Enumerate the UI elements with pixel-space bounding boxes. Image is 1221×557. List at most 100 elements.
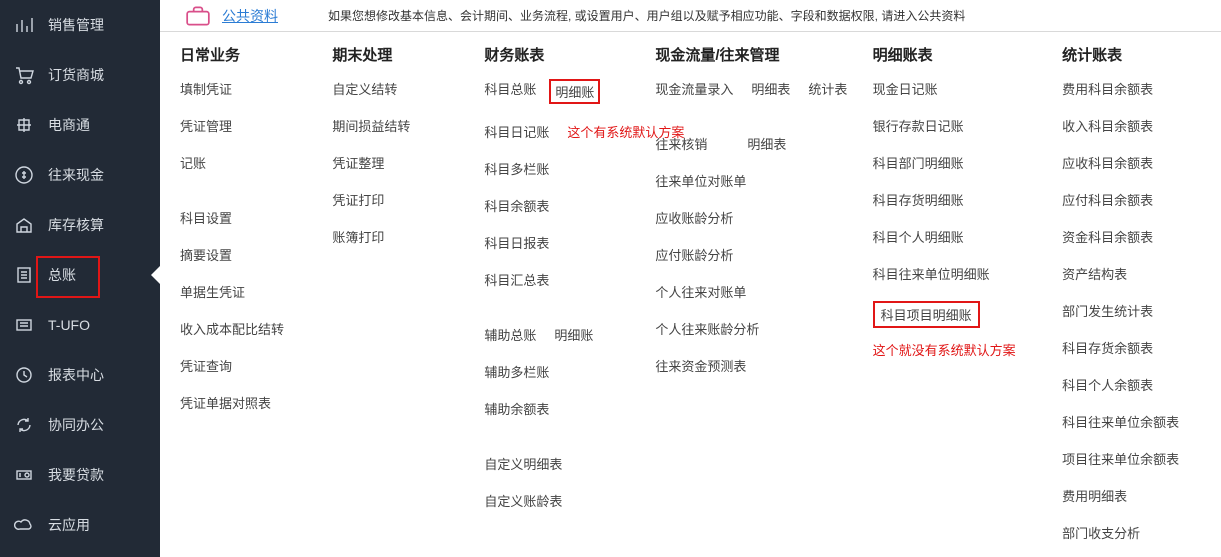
menu-item[interactable]: 科目汇总表 [484,270,623,289]
menu-item[interactable]: 科目日记账 [484,122,549,141]
annotation-text: 这个就没有系统默认方案 [873,340,1030,359]
menu-item[interactable]: 科目存货余额表 [1062,338,1201,357]
menu-row: 科目日记账 这个有系统默认方案 [484,122,623,141]
menu-item[interactable]: 科目个人明细账 [873,227,1030,246]
menu-item[interactable]: 填制凭证 [180,79,300,98]
sidebar-item-ecommerce[interactable]: 电商通 [0,100,160,150]
menu-item[interactable]: 科目余额表 [484,196,623,215]
col-title: 期末处理 [332,44,452,65]
menu-item[interactable]: 辅助多栏账 [484,362,623,381]
menu-item[interactable]: 科目往来单位明细账 [873,264,1030,283]
menu-item-detail-ledger[interactable]: 明细账 [549,79,600,104]
menu-item[interactable]: 银行存款日记账 [873,116,1030,135]
sidebar-item-label: 库存核算 [48,215,104,235]
menu-item[interactable]: 项目往来单位余额表 [1062,449,1201,468]
sidebar-item-sales[interactable]: 销售管理 [0,0,160,50]
menu-item[interactable]: 凭证查询 [180,356,300,375]
public-data-desc: 如果您想修改基本信息、会计期间、业务流程, 或设置用户、用户组以及赋予相应功能、… [328,7,965,24]
menu-item[interactable]: 费用明细表 [1062,486,1201,505]
briefcase-icon [184,4,212,28]
menu-col-stats: 统计账表 费用科目余额表 收入科目余额表 应收科目余额表 应付科目余额表 资金科… [1062,44,1201,545]
menu-item[interactable]: 自定义账龄表 [484,491,623,510]
sidebar-item-label: T-UFO [48,317,90,333]
menu-item[interactable]: 部门收支分析 [1062,523,1201,542]
highlighted-item: 科目项目明细账 [873,301,980,328]
sidebar-item-collab[interactable]: 协同办公 [0,400,160,450]
menu-item[interactable]: 现金日记账 [873,79,1030,98]
menu-item[interactable]: 凭证单据对照表 [180,393,300,412]
col-title: 统计账表 [1062,44,1201,65]
menu-item[interactable]: 摘要设置 [180,245,300,264]
menu-item[interactable]: 个人往来对账单 [655,282,840,301]
menu-item[interactable]: 费用科目余额表 [1062,79,1201,98]
menu-item[interactable]: 科目存货明细账 [873,190,1030,209]
menu-item[interactable]: 应收账龄分析 [655,208,840,227]
sidebar-item-label: 订货商城 [48,65,104,85]
menu-item[interactable]: 科目往来单位余额表 [1062,412,1201,431]
refresh-icon [14,415,34,435]
sidebar-item-report-center[interactable]: 报表中心 [0,350,160,400]
mega-menu-panel: 日常业务 填制凭证 凭证管理 记账 科目设置 摘要设置 单据生凭证 收入成本配比… [160,32,1221,557]
tufo-icon [14,315,34,335]
menu-item[interactable]: 收入科目余额表 [1062,116,1201,135]
menu-col-periodend: 期末处理 自定义结转 期间损益结转 凭证整理 凭证打印 账簿打印 [332,44,452,545]
menu-item[interactable]: 期间损益结转 [332,116,452,135]
menu-item[interactable]: 科目个人余额表 [1062,375,1201,394]
menu-item[interactable]: 科目日报表 [484,233,623,252]
menu-item[interactable]: 科目设置 [180,208,300,227]
menu-item[interactable]: 统计表 [808,79,847,98]
menu-item[interactable]: 单据生凭证 [180,282,300,301]
menu-item[interactable]: 现金流量录入 [655,79,733,98]
menu-item[interactable]: 辅助总账 [484,325,536,344]
menu-item[interactable]: 凭证管理 [180,116,300,135]
sidebar-item-general-ledger[interactable]: 总账 [0,250,160,300]
menu-item[interactable]: 自定义明细表 [484,454,623,473]
menu-item[interactable]: 明细账 [554,325,593,344]
menu-item[interactable]: 个人往来账龄分析 [655,319,840,338]
spacer [484,307,623,325]
sidebar-item-label: 总账 [48,265,76,285]
clock-icon [14,365,34,385]
sidebar-item-cash[interactable]: 往来现金 [0,150,160,200]
sidebar-item-label: 往来现金 [48,165,104,185]
menu-item[interactable]: 科目多栏账 [484,159,623,178]
menu-item[interactable]: 明细表 [751,79,790,98]
sidebar-item-tufo[interactable]: T-UFO [0,300,160,350]
menu-item[interactable]: 明细表 [747,134,786,153]
sidebar-item-order-mall[interactable]: 订货商城 [0,50,160,100]
sidebar-item-label: 销售管理 [48,15,104,35]
menu-item[interactable]: 应付科目余额表 [1062,190,1201,209]
topbar: 公共资料 如果您想修改基本信息、会计期间、业务流程, 或设置用户、用户组以及赋予… [160,0,1221,32]
sidebar: 销售管理 订货商城 电商通 往来现金 库存核算 总账 T-UFO 报表中心 协同… [0,0,160,557]
menu-item[interactable]: 应付账龄分析 [655,245,840,264]
menu-row: 辅助总账 明细账 [484,325,623,344]
warehouse-icon [14,215,34,235]
menu-item[interactable]: 资产结构表 [1062,264,1201,283]
menu-item[interactable]: 凭证打印 [332,190,452,209]
menu-item[interactable]: 应收科目余额表 [1062,153,1201,172]
menu-item[interactable]: 记账 [180,153,300,172]
menu-item[interactable]: 部门发生统计表 [1062,301,1201,320]
menu-item[interactable]: 辅助余额表 [484,399,623,418]
public-data-link[interactable]: 公共资料 [222,6,278,26]
menu-item[interactable]: 资金科目余额表 [1062,227,1201,246]
menu-item[interactable]: 收入成本配比结转 [180,319,300,338]
menu-item[interactable]: 往来单位对账单 [655,171,840,190]
menu-item[interactable]: 科目总账 [484,79,536,104]
menu-item[interactable]: 自定义结转 [332,79,452,98]
sidebar-item-label: 协同办公 [48,415,104,435]
menu-col-detail: 明细账表 现金日记账 银行存款日记账 科目部门明细账 科目存货明细账 科目个人明… [873,44,1030,545]
menu-item[interactable]: 账簿打印 [332,227,452,246]
menu-row: 往来核销 明细表 [655,134,840,153]
menu-item[interactable]: 往来资金预测表 [655,356,840,375]
ledger-icon [14,265,34,285]
sidebar-item-inventory[interactable]: 库存核算 [0,200,160,250]
menu-item[interactable]: 往来核销 [655,134,707,153]
menu-item-project-detail[interactable]: 科目项目明细账 [873,301,1030,328]
sidebar-item-cloud[interactable]: 云应用 [0,500,160,550]
sidebar-item-loan[interactable]: 我要贷款 [0,450,160,500]
menu-item[interactable]: 凭证整理 [332,153,452,172]
col-title: 明细账表 [873,44,1030,65]
menu-col-daily: 日常业务 填制凭证 凭证管理 记账 科目设置 摘要设置 单据生凭证 收入成本配比… [180,44,300,545]
menu-item[interactable]: 科目部门明细账 [873,153,1030,172]
